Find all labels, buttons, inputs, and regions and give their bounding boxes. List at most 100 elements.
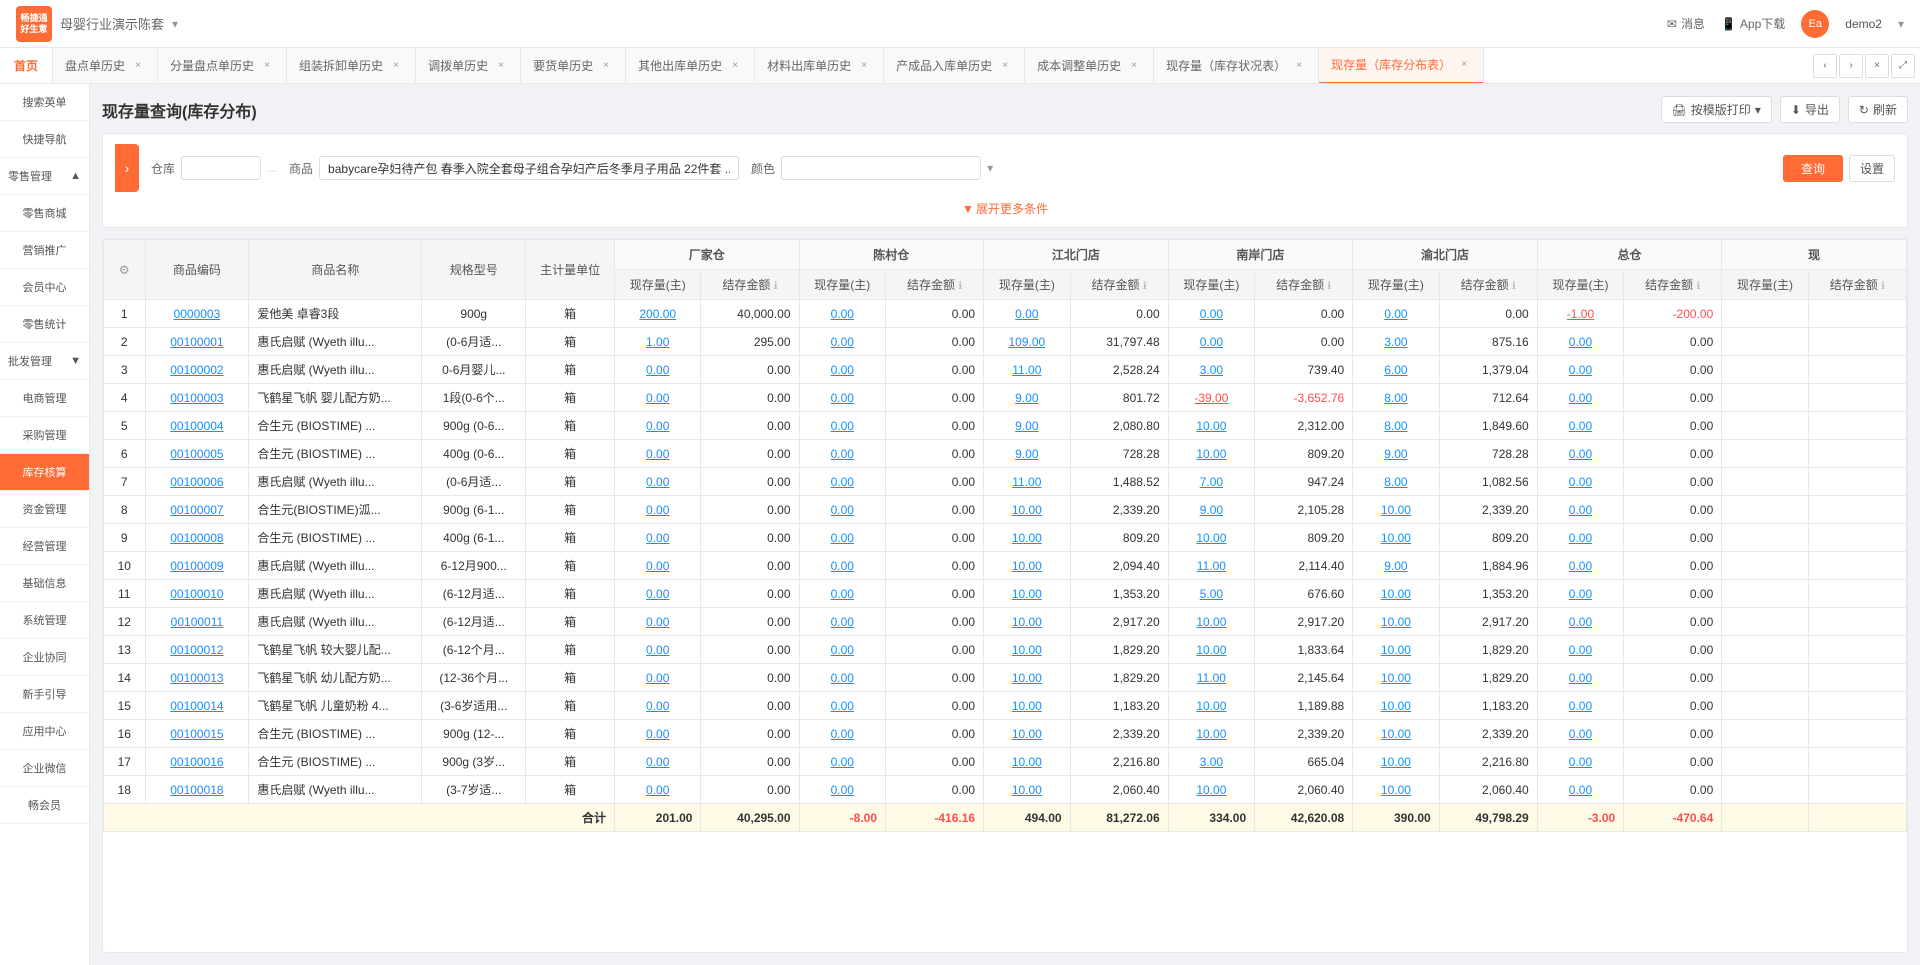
cell-jb-stock[interactable]: 9.00 bbox=[984, 412, 1071, 440]
cell-code[interactable]: 00100014 bbox=[145, 692, 249, 720]
cell-cc-stock[interactable]: 0.00 bbox=[799, 468, 886, 496]
cell-yb-stock[interactable]: 10.00 bbox=[1353, 636, 1440, 664]
cell-yb-stock[interactable]: 10.00 bbox=[1353, 748, 1440, 776]
avatar[interactable]: Ea bbox=[1801, 10, 1829, 38]
tab-diaobodanhistory[interactable]: 调拨单历史 × bbox=[416, 48, 521, 84]
cell-na-stock[interactable]: 10.00 bbox=[1168, 692, 1255, 720]
table-scroll[interactable]: ⚙ 商品编码 商品名称 规格型号 主计量单位 厂家仓 陈村仓 江北门店 南岸门店 bbox=[103, 239, 1907, 952]
tab-chengtiao[interactable]: 成本调整单历史 × bbox=[1025, 48, 1154, 84]
cell-cc-stock[interactable]: 0.00 bbox=[799, 608, 886, 636]
cell-yb-stock[interactable]: 10.00 bbox=[1353, 776, 1440, 804]
cell-cc-stock[interactable]: 0.00 bbox=[799, 300, 886, 328]
cell-na-stock[interactable]: 10.00 bbox=[1168, 412, 1255, 440]
cell-cc-stock[interactable]: 0.00 bbox=[799, 748, 886, 776]
dropdown-icon[interactable]: ▾ bbox=[172, 17, 178, 31]
cell-yb-stock[interactable]: 3.00 bbox=[1353, 328, 1440, 356]
cell-total-stock[interactable]: 0.00 bbox=[1537, 776, 1624, 804]
refresh-btn[interactable]: ↻ 刷新 bbox=[1848, 96, 1908, 123]
sidebar-item-member[interactable]: 畅会员 bbox=[0, 787, 89, 824]
expand-conditions-btn[interactable]: ▼ 展开更多条件 bbox=[962, 200, 1048, 217]
cell-na-stock[interactable]: -39.00 bbox=[1168, 384, 1255, 412]
print-btn[interactable]: 🖨 按模版打印 ▾ bbox=[1661, 96, 1772, 123]
cell-code[interactable]: 00100004 bbox=[145, 412, 249, 440]
cell-cj-stock[interactable]: 0.00 bbox=[614, 468, 701, 496]
tab-qitachuku[interactable]: 其他出库单历史 × bbox=[626, 48, 755, 84]
tab-cailiaochuku[interactable]: 材料出库单历史 × bbox=[755, 48, 884, 84]
cell-code[interactable]: 00100010 bbox=[145, 580, 249, 608]
cell-cj-stock[interactable]: 0.00 bbox=[614, 384, 701, 412]
cell-code[interactable]: 00100002 bbox=[145, 356, 249, 384]
sidebar-item-purchasing[interactable]: 采购管理 bbox=[0, 417, 89, 454]
cell-cc-stock[interactable]: 0.00 bbox=[799, 552, 886, 580]
cell-jb-stock[interactable]: 0.00 bbox=[984, 300, 1071, 328]
cell-cc-stock[interactable]: 0.00 bbox=[799, 580, 886, 608]
cell-na-stock[interactable]: 10.00 bbox=[1168, 776, 1255, 804]
cell-jb-stock[interactable]: 109.00 bbox=[984, 328, 1071, 356]
cell-jb-stock[interactable]: 10.00 bbox=[984, 748, 1071, 776]
sidebar-item-operations[interactable]: 经营管理 bbox=[0, 528, 89, 565]
cell-cj-stock[interactable]: 200.00 bbox=[614, 300, 701, 328]
warehouse-input[interactable] bbox=[181, 156, 261, 180]
cell-yb-stock[interactable]: 0.00 bbox=[1353, 300, 1440, 328]
cell-code[interactable]: 00100007 bbox=[145, 496, 249, 524]
cell-cc-stock[interactable]: 0.00 bbox=[799, 720, 886, 748]
cell-total-stock[interactable]: 0.00 bbox=[1537, 440, 1624, 468]
tab-chanchengpin[interactable]: 产成品入库单历史 × bbox=[884, 48, 1025, 84]
cell-yb-stock[interactable]: 10.00 bbox=[1353, 664, 1440, 692]
cell-total-stock[interactable]: 0.00 bbox=[1537, 412, 1624, 440]
cell-total-stock[interactable]: 0.00 bbox=[1537, 608, 1624, 636]
message-btn[interactable]: ✉ 消息 bbox=[1667, 15, 1705, 32]
cell-code[interactable]: 00100001 bbox=[145, 328, 249, 356]
cell-cj-stock[interactable]: 0.00 bbox=[614, 720, 701, 748]
cell-cc-stock[interactable]: 0.00 bbox=[799, 692, 886, 720]
cell-jb-stock[interactable]: 11.00 bbox=[984, 356, 1071, 384]
cell-yb-stock[interactable]: 8.00 bbox=[1353, 412, 1440, 440]
cell-yb-stock[interactable]: 8.00 bbox=[1353, 384, 1440, 412]
cell-cj-stock[interactable]: 0.00 bbox=[614, 664, 701, 692]
cell-na-stock[interactable]: 9.00 bbox=[1168, 496, 1255, 524]
filter-toggle-btn[interactable]: › bbox=[115, 144, 139, 192]
cell-code[interactable]: 00100018 bbox=[145, 776, 249, 804]
cell-na-stock[interactable]: 7.00 bbox=[1168, 468, 1255, 496]
sidebar-item-inventory[interactable]: 库存核算 bbox=[0, 454, 89, 491]
cell-cj-stock[interactable]: 0.00 bbox=[614, 692, 701, 720]
cell-na-stock[interactable]: 11.00 bbox=[1168, 664, 1255, 692]
cell-cc-stock[interactable]: 0.00 bbox=[799, 496, 886, 524]
cell-na-stock[interactable]: 3.00 bbox=[1168, 748, 1255, 776]
cell-cj-stock[interactable]: 0.00 bbox=[614, 608, 701, 636]
cell-cc-stock[interactable]: 0.00 bbox=[799, 664, 886, 692]
tab-close-icon[interactable]: × bbox=[1127, 59, 1141, 73]
query-btn[interactable]: 查询 bbox=[1783, 155, 1843, 182]
cell-code[interactable]: 00100011 bbox=[145, 608, 249, 636]
tab-close-icon[interactable]: × bbox=[1457, 58, 1471, 72]
tab-yaohuo[interactable]: 要货单历史 × bbox=[521, 48, 626, 84]
sidebar-item-enterprise-collab[interactable]: 企业协同 bbox=[0, 639, 89, 676]
tab-close-all-btn[interactable]: × bbox=[1865, 54, 1889, 78]
sidebar-item-ecommerce[interactable]: 电商管理 bbox=[0, 380, 89, 417]
cell-code[interactable]: 00100013 bbox=[145, 664, 249, 692]
cell-yb-stock[interactable]: 10.00 bbox=[1353, 580, 1440, 608]
tab-cunliang-kuangkuang[interactable]: 现存量（库存状况表） × bbox=[1154, 48, 1319, 84]
cell-jb-stock[interactable]: 10.00 bbox=[984, 608, 1071, 636]
tab-cunliang-fenbiao[interactable]: 现存量（库存分布表） × bbox=[1319, 48, 1484, 84]
cell-jb-stock[interactable]: 10.00 bbox=[984, 720, 1071, 748]
tab-close-icon[interactable]: × bbox=[131, 59, 145, 73]
cell-total-stock[interactable]: 0.00 bbox=[1537, 692, 1624, 720]
cell-cj-stock[interactable]: 0.00 bbox=[614, 776, 701, 804]
sidebar-item-search[interactable]: 搜索英单 bbox=[0, 84, 89, 121]
cell-na-stock[interactable]: 10.00 bbox=[1168, 524, 1255, 552]
cell-code[interactable]: 00100015 bbox=[145, 720, 249, 748]
cell-na-stock[interactable]: 11.00 bbox=[1168, 552, 1255, 580]
tab-close-icon[interactable]: × bbox=[494, 59, 508, 73]
color-dropdown-icon[interactable]: ▾ bbox=[987, 161, 993, 175]
tab-zuzhuangchaijia[interactable]: 组装拆卸单历史 × bbox=[287, 48, 416, 84]
cell-cc-stock[interactable]: 0.00 bbox=[799, 384, 886, 412]
cell-na-stock[interactable]: 10.00 bbox=[1168, 608, 1255, 636]
cell-total-stock[interactable]: 0.00 bbox=[1537, 636, 1624, 664]
cell-jb-stock[interactable]: 9.00 bbox=[984, 440, 1071, 468]
cell-jb-stock[interactable]: 10.00 bbox=[984, 496, 1071, 524]
gear-icon[interactable]: ⚙ bbox=[119, 263, 130, 277]
cell-na-stock[interactable]: 10.00 bbox=[1168, 440, 1255, 468]
sidebar-item-marketing[interactable]: 营销推广 bbox=[0, 232, 89, 269]
cell-cj-stock[interactable]: 0.00 bbox=[614, 412, 701, 440]
